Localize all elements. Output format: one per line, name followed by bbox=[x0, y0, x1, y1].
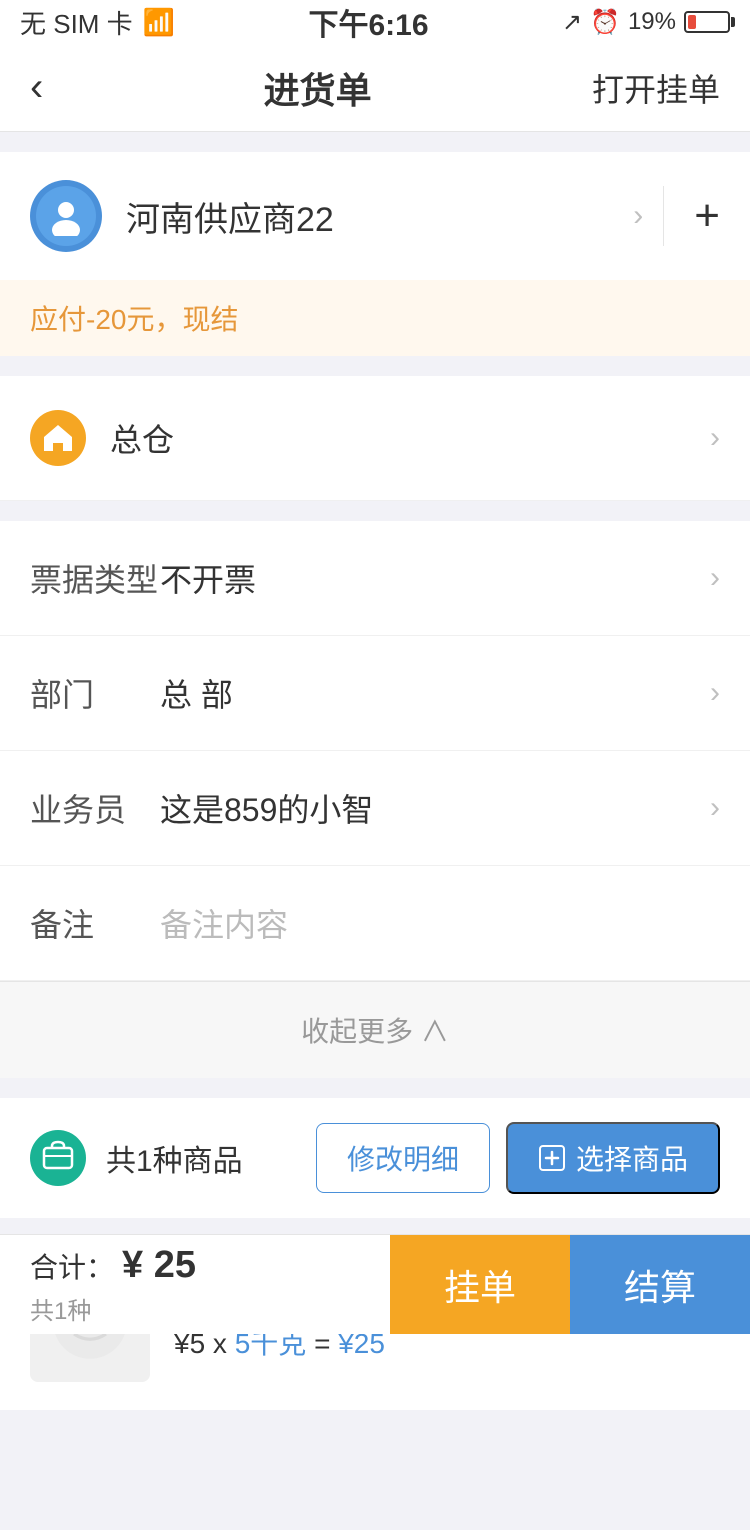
total-label: 合计： bbox=[30, 1246, 114, 1286]
department-row[interactable]: 部门 总 部 › bbox=[0, 636, 750, 751]
gap-2 bbox=[0, 356, 750, 376]
bottom-spacer bbox=[0, 1410, 750, 1530]
total-count: 共1种 bbox=[30, 1291, 360, 1326]
ticket-type-row[interactable]: 票据类型 不开票 › bbox=[0, 521, 750, 636]
checkout-button[interactable]: 结算 bbox=[570, 1235, 750, 1334]
supplier-row[interactable]: 河南供应商22 › + bbox=[0, 152, 750, 280]
supplier-section: 河南供应商22 › + 应付-20元，现结 bbox=[0, 152, 750, 356]
cart-icon bbox=[40, 1140, 76, 1176]
page-title: 进货单 bbox=[264, 62, 372, 114]
remark-input[interactable]: 备注内容 bbox=[160, 900, 720, 946]
department-chevron: › bbox=[710, 676, 720, 710]
remark-row[interactable]: 备注 备注内容 bbox=[0, 866, 750, 981]
gap-3 bbox=[0, 501, 750, 521]
gap-1 bbox=[0, 132, 750, 152]
department-label: 部门 bbox=[30, 670, 160, 716]
collapse-section[interactable]: 收起更多 ∧ bbox=[0, 981, 750, 1078]
select-icon bbox=[538, 1144, 566, 1172]
status-time: 下午6:16 bbox=[308, 0, 428, 44]
supplier-chevron: › bbox=[633, 199, 643, 233]
hang-order-button[interactable]: 挂单 bbox=[390, 1235, 570, 1334]
products-count: 共1种商品 bbox=[106, 1136, 316, 1180]
battery-percent: 19% bbox=[628, 8, 676, 36]
salesperson-label: 业务员 bbox=[30, 785, 160, 831]
location-icon: ↗ bbox=[562, 8, 582, 37]
bottom-bar: 合计： ¥ 25 共1种 挂单 结算 bbox=[0, 1234, 750, 1334]
total-amount: ¥ 25 bbox=[122, 1244, 196, 1287]
nav-bar: ‹ 进货单 打开挂单 bbox=[0, 44, 750, 132]
supplier-name: 河南供应商22 bbox=[126, 192, 633, 241]
products-icon bbox=[30, 1130, 86, 1186]
warehouse-chevron: › bbox=[710, 421, 720, 455]
ticket-type-label: 票据类型 bbox=[30, 555, 160, 601]
collapse-btn[interactable]: 收起更多 ∧ bbox=[301, 1016, 449, 1047]
gap-4 bbox=[0, 1078, 750, 1098]
salesperson-chevron: › bbox=[710, 791, 720, 825]
status-left: 无 SIM 卡 📶 bbox=[20, 4, 175, 41]
warehouse-section: 总仓 › bbox=[0, 376, 750, 501]
select-product-button[interactable]: 选择商品 bbox=[506, 1122, 720, 1194]
notice-text: 应付-20元，现结 bbox=[30, 304, 238, 335]
supplier-avatar bbox=[30, 180, 102, 252]
status-right: ↗ ⏰ 19% bbox=[562, 8, 730, 37]
person-icon bbox=[46, 196, 86, 236]
salesperson-value: 这是859的小智 bbox=[160, 785, 710, 831]
select-product-label: 选择商品 bbox=[576, 1138, 688, 1178]
home-icon bbox=[41, 421, 75, 455]
open-hang-button[interactable]: 打开挂单 bbox=[592, 65, 720, 111]
remark-label: 备注 bbox=[30, 900, 160, 946]
form-section: 票据类型 不开票 › 部门 总 部 › 业务员 这是859的小智 › 备注 备注… bbox=[0, 521, 750, 981]
department-value: 总 部 bbox=[160, 670, 710, 716]
total-section: 合计： ¥ 25 共1种 bbox=[0, 1235, 390, 1334]
salesperson-row[interactable]: 业务员 这是859的小智 › bbox=[0, 751, 750, 866]
back-button[interactable]: ‹ bbox=[30, 65, 43, 110]
ticket-chevron: › bbox=[710, 561, 720, 595]
products-header: 共1种商品 修改明细 选择商品 bbox=[0, 1098, 750, 1218]
warehouse-name: 总仓 bbox=[110, 415, 710, 461]
carrier-label: 无 SIM 卡 bbox=[20, 4, 133, 41]
status-bar: 无 SIM 卡 📶 下午6:16 ↗ ⏰ 19% bbox=[0, 0, 750, 44]
warehouse-row[interactable]: 总仓 › bbox=[0, 376, 750, 501]
divider bbox=[663, 186, 664, 246]
ticket-type-value: 不开票 bbox=[160, 555, 710, 601]
wifi-icon: 📶 bbox=[143, 7, 175, 38]
warehouse-icon bbox=[30, 410, 86, 466]
battery-icon bbox=[684, 11, 730, 33]
edit-details-button[interactable]: 修改明细 bbox=[316, 1123, 490, 1193]
notice-bar: 应付-20元，现结 bbox=[0, 280, 750, 356]
add-supplier-button[interactable]: + bbox=[694, 191, 720, 241]
alarm-icon: ⏰ bbox=[590, 8, 620, 37]
